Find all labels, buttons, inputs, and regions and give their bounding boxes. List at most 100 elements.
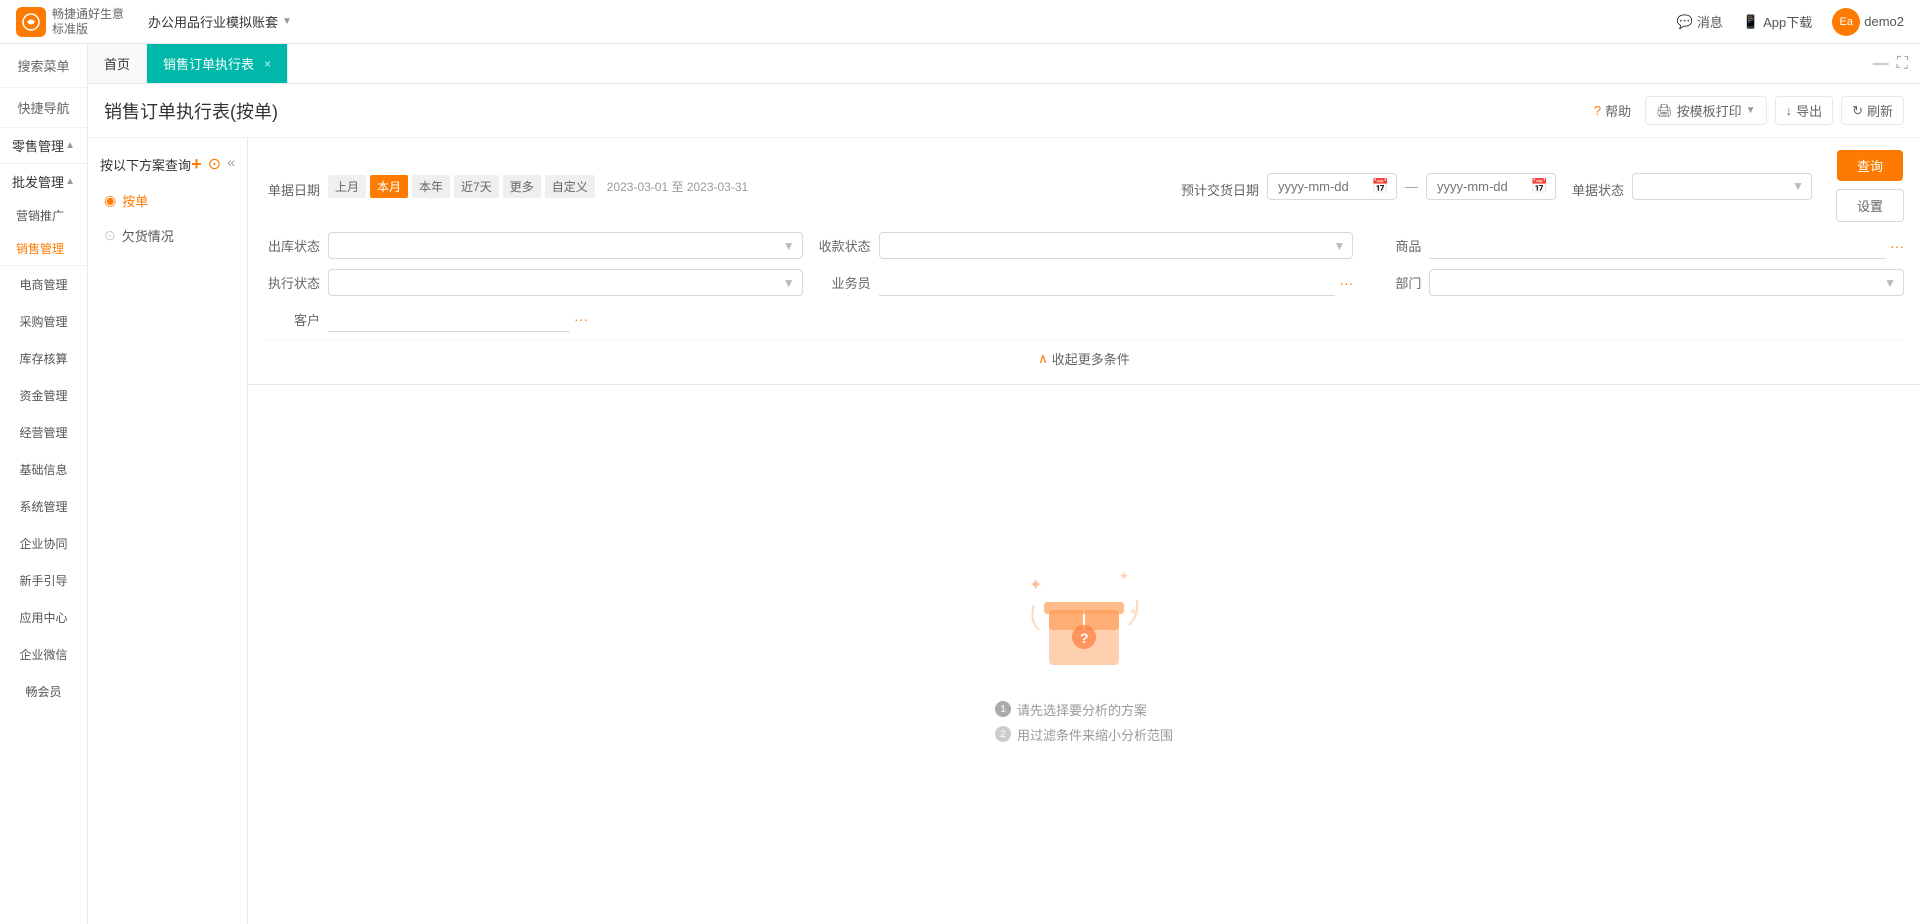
main-filter-content: 单据日期 上月 本月 本年 近7天 更多 自定义 2023-03-01 至 20…: [248, 138, 1920, 924]
chevron-up-icon: ▲: [65, 176, 75, 187]
export-button[interactable]: ↓ 导出: [1775, 96, 1834, 125]
maximize-icon[interactable]: ⛶: [1897, 55, 1908, 73]
tab-home[interactable]: 首页: [88, 44, 147, 83]
sidebar-item-sales-management[interactable]: 销售管理: [0, 232, 87, 265]
filter-row-1: 单据日期 上月 本月 本年 近7天 更多 自定义 2023-03-01 至 20…: [264, 150, 1904, 222]
payment-select[interactable]: [879, 232, 1354, 259]
expected-date-label: 预计交货日期: [1181, 174, 1259, 199]
left-filter-panel: 按以下方案查询 + ⊙ « ◉ 按单 ⊙ 欠货情况: [88, 138, 248, 924]
svg-text:✦: ✦: [1119, 569, 1129, 583]
minimize-icon[interactable]: —: [1873, 55, 1889, 73]
quick-date-more[interactable]: 更多: [503, 175, 541, 198]
quick-dates: 上月 本月 本年 近7天 更多 自定义: [328, 175, 595, 198]
salesman-input[interactable]: [879, 270, 1336, 296]
empty-tip-1: 1 请先选择要分析的方案: [995, 700, 1173, 719]
customer-label: 客户: [264, 310, 320, 329]
expected-date-from-wrap: 📅: [1267, 173, 1397, 200]
date-label: 单据日期: [264, 174, 320, 199]
sidebar-item-finance[interactable]: 资金管理: [0, 377, 87, 414]
goods-more-icon[interactable]: ···: [1890, 238, 1904, 254]
search-button[interactable]: 查询: [1837, 150, 1903, 181]
scheme-item-by-order[interactable]: ◉ 按单: [88, 183, 247, 218]
print-chevron-icon: ▼: [1746, 105, 1756, 116]
filter-expected-date-group: 预计交货日期 📅 — 📅: [1181, 173, 1556, 200]
user-menu[interactable]: Ea demo2: [1832, 8, 1904, 36]
exec-select[interactable]: [328, 269, 803, 296]
delivery-select[interactable]: [328, 232, 803, 259]
customer-input-wrap: ···: [328, 306, 588, 332]
payment-label: 收款状态: [815, 236, 871, 255]
quick-date-custom[interactable]: 自定义: [545, 175, 595, 198]
header-right: 💬 消息 📱 App下载 Ea demo2: [1677, 8, 1904, 36]
quick-date-last-month[interactable]: 上月: [328, 175, 366, 198]
filter-row-4: 客户 ···: [264, 306, 1904, 332]
sidebar-item-member[interactable]: 畅会员: [0, 673, 87, 710]
quick-date-last-7days[interactable]: 近7天: [454, 175, 499, 198]
page-header-actions: ? 帮助 🖨 按模板打印 ▼ ↓ 导出 ↻ 刷新: [1588, 96, 1904, 125]
salesman-label: 业务员: [815, 273, 871, 292]
download-icon: 📱: [1743, 14, 1759, 30]
quick-date-this-year[interactable]: 本年: [412, 175, 450, 198]
salesman-more-icon[interactable]: ···: [1339, 275, 1353, 291]
message-button[interactable]: 💬 消息: [1677, 12, 1723, 31]
setting-button[interactable]: 设置: [1836, 189, 1904, 222]
sidebar-item-purchase[interactable]: 采购管理: [0, 303, 87, 340]
customer-more-icon[interactable]: ···: [574, 311, 588, 327]
sidebar-item-wechat[interactable]: 企业微信: [0, 636, 87, 673]
expected-date-to-input[interactable]: [1426, 173, 1556, 200]
sidebar-item-newbie[interactable]: 新手引导: [0, 562, 87, 599]
sidebar-item-app-center[interactable]: 应用中心: [0, 599, 87, 636]
expected-date-from-input[interactable]: [1267, 173, 1397, 200]
sidebar-item-system[interactable]: 系统管理: [0, 488, 87, 525]
collapse-panel-button[interactable]: «: [227, 154, 235, 175]
app-download-button[interactable]: 📱 App下载: [1743, 12, 1812, 31]
exec-select-wrap: ▼: [328, 269, 803, 296]
payment-filter-col: 收款状态 ▼: [815, 232, 1354, 259]
expected-date-to-wrap: 📅: [1426, 173, 1556, 200]
date-separator: —: [1401, 179, 1422, 194]
page-title: 销售订单执行表(按单): [104, 98, 278, 124]
quick-date-this-month[interactable]: 本月: [370, 175, 408, 198]
print-icon: 🖨: [1656, 103, 1673, 119]
main-layout: 搜索菜单 快捷导航 零售管理 ▲ 批发管理 ▲ 营销推广 销售管理 电商管理 采…: [0, 44, 1920, 924]
exec-filter-col: 执行状态 ▼: [264, 269, 803, 296]
sidebar-item-basic[interactable]: 基础信息: [0, 451, 87, 488]
refresh-button[interactable]: ↻ 刷新: [1841, 96, 1904, 125]
sidebar-item-marketing[interactable]: 营销推广: [0, 199, 87, 232]
goods-input[interactable]: [1429, 233, 1886, 259]
collapse-button[interactable]: ∧ 收起更多条件: [1030, 345, 1138, 372]
scheme-item-shortage[interactable]: ⊙ 欠货情况: [88, 218, 247, 253]
payment-select-wrap: ▼: [879, 232, 1354, 259]
empty-state-content: ? ✦ ✦ ✦: [995, 560, 1173, 750]
tab-close-icon[interactable]: ×: [264, 57, 271, 71]
left-filter-actions: + ⊙ «: [191, 154, 235, 175]
date-hint: 2023-03-01 至 2023-03-31: [607, 178, 748, 195]
add-scheme-button[interactable]: +: [191, 154, 202, 175]
sidebar: 搜索菜单 快捷导航 零售管理 ▲ 批发管理 ▲ 营销推广 销售管理 电商管理 采…: [0, 44, 88, 924]
goods-filter-col: 商品 ···: [1365, 232, 1904, 259]
message-icon: 💬: [1677, 14, 1693, 30]
sidebar-item-retail[interactable]: 零售管理 ▲: [0, 128, 87, 163]
exec-label: 执行状态: [264, 273, 320, 292]
customer-input[interactable]: [328, 306, 570, 332]
sidebar-item-wholesale[interactable]: 批发管理 ▲: [0, 164, 87, 199]
tip-number-2: 2: [995, 726, 1011, 742]
department-select[interactable]: [1429, 269, 1904, 296]
app-selector[interactable]: 办公用品行业模拟账套 ▼: [148, 12, 292, 31]
filter-status-group: 单据状态 ▼: [1568, 173, 1812, 200]
tab-bar: 首页 销售订单执行表 × — ⛶: [88, 44, 1920, 84]
sidebar-item-business[interactable]: 经营管理: [0, 414, 87, 451]
edit-scheme-button[interactable]: ⊙: [208, 154, 221, 175]
status-select[interactable]: [1632, 173, 1812, 200]
sidebar-search[interactable]: 搜索菜单: [0, 44, 87, 88]
app-logo-icon: [16, 7, 46, 37]
print-button[interactable]: 🖨 按模板打印 ▼: [1645, 96, 1766, 125]
sidebar-item-inventory[interactable]: 库存核算: [0, 340, 87, 377]
help-button[interactable]: ? 帮助: [1588, 97, 1637, 124]
sidebar-item-ecommerce[interactable]: 电商管理: [0, 266, 87, 303]
sidebar-item-enterprise[interactable]: 企业协同: [0, 525, 87, 562]
export-icon: ↓: [1786, 103, 1793, 118]
tab-sales-order-exec[interactable]: 销售订单执行表 ×: [147, 44, 288, 83]
left-filter-header: 按以下方案查询 + ⊙ «: [88, 150, 247, 183]
sidebar-quick-nav[interactable]: 快捷导航: [0, 88, 87, 128]
